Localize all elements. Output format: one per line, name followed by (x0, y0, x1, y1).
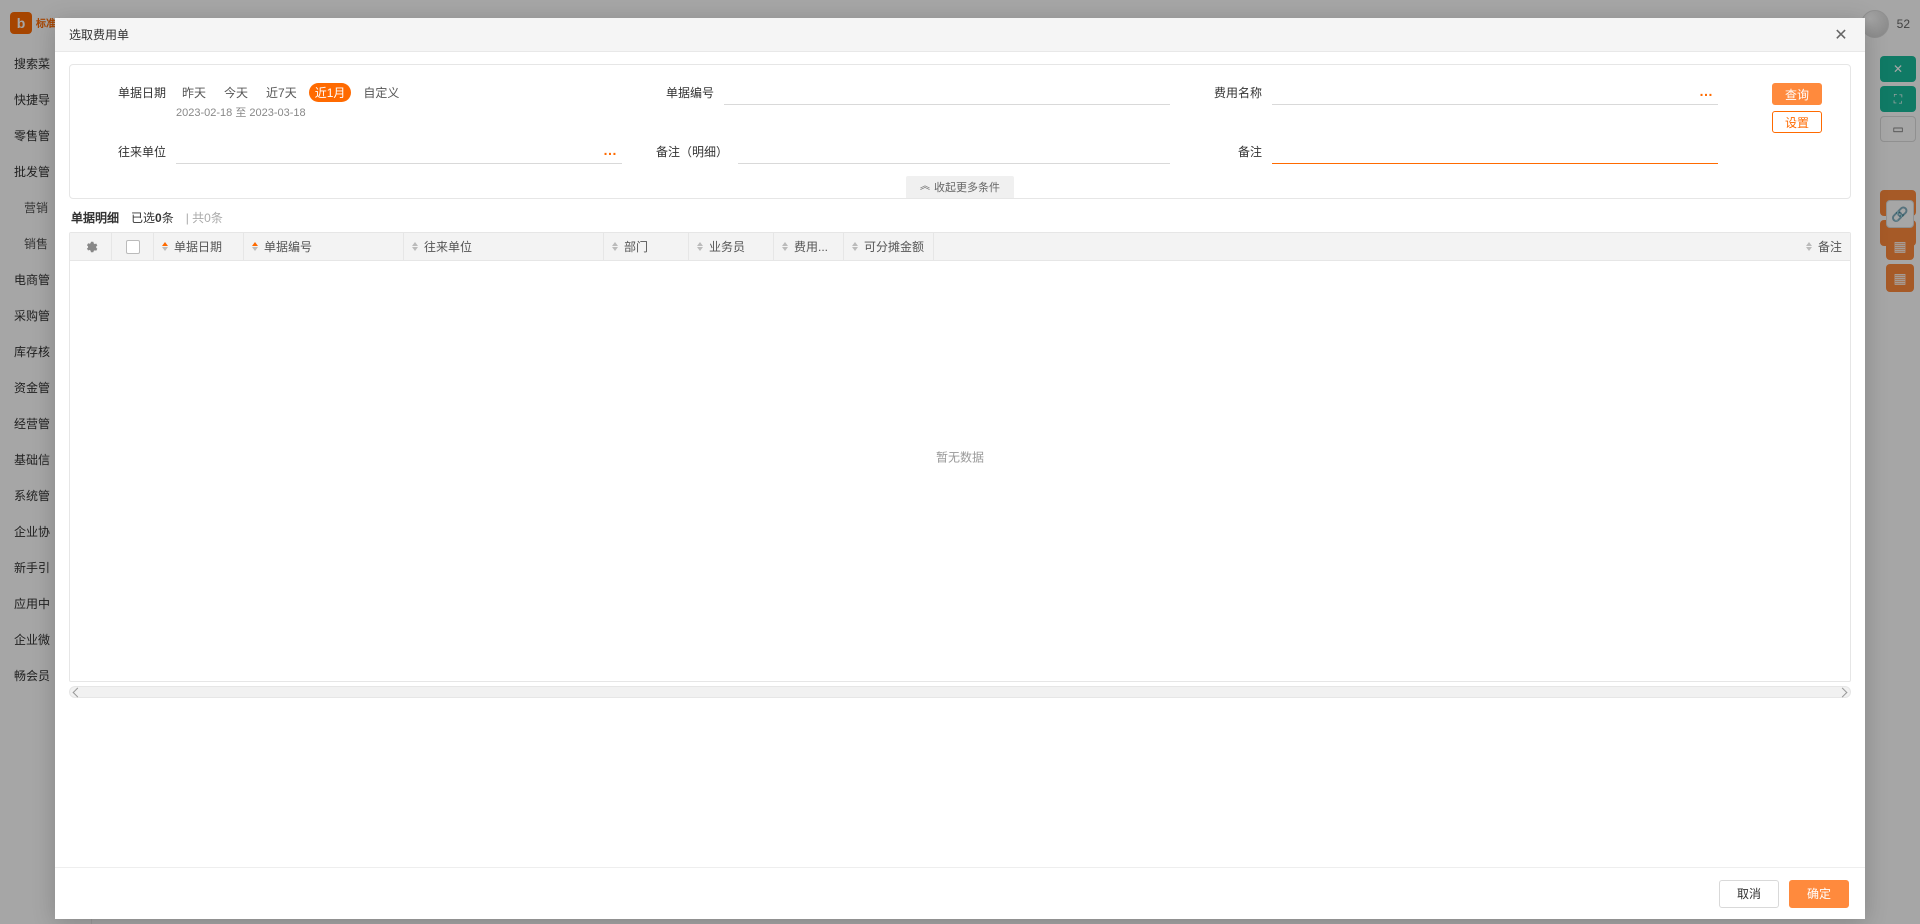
col-fee[interactable]: 费用... (774, 233, 844, 260)
date-opt-last7[interactable]: 近7天 (260, 83, 303, 102)
sort-down-icon (852, 246, 858, 251)
table-detail-title: 单据明细 (71, 209, 119, 226)
table-header: 单据日期 单据编号 往来单位 部门 业务员 (70, 233, 1850, 261)
label-remark-detail: 备注（明细） (646, 142, 728, 162)
date-opt-custom[interactable]: 自定义 (357, 83, 405, 102)
total-count-label: | 共0条 (186, 209, 223, 226)
date-range-text: 2023-02-18 至 2023-03-18 (176, 104, 622, 120)
input-party[interactable] (176, 142, 622, 164)
date-opt-today[interactable]: 今天 (218, 83, 254, 102)
label-doc-no: 单据编号 (646, 83, 714, 103)
fee-name-picker-icon[interactable]: … (1695, 83, 1718, 99)
modal-header: 选取费用单 ✕ (55, 18, 1865, 52)
close-icon[interactable]: ✕ (1831, 25, 1851, 45)
label-party: 往来单位 (98, 142, 166, 162)
date-options: 昨天 今天 近7天 近1月 自定义 (176, 83, 622, 102)
field-party: 往来单位 … (98, 142, 622, 164)
query-button[interactable]: 查询 (1772, 83, 1822, 105)
selected-count-label: 已选0条 (131, 209, 174, 226)
sort-down-icon (252, 246, 258, 251)
col-doc-no[interactable]: 单据编号 (244, 233, 404, 260)
col-doc-date[interactable]: 单据日期 (154, 233, 244, 260)
input-remark[interactable] (1272, 142, 1718, 164)
col-dept[interactable]: 部门 (604, 233, 689, 260)
label-doc-date: 单据日期 (98, 83, 166, 103)
input-doc-no[interactable] (724, 83, 1170, 105)
field-remark: 备注 (1194, 142, 1718, 164)
table-meta: 单据明细 已选0条 | 共0条 (71, 209, 1849, 226)
input-fee-name[interactable] (1272, 83, 1718, 105)
collapse-conditions-button[interactable]: ︽ 收起更多条件 (906, 176, 1014, 198)
modal-title: 选取费用单 (69, 26, 129, 43)
modal-body: 单据日期 昨天 今天 近7天 近1月 自定义 2023-02-18 至 2023… (55, 52, 1865, 867)
col-checkbox (112, 233, 154, 260)
party-picker-icon[interactable]: … (599, 142, 622, 158)
field-remark-detail: 备注（明细） (646, 142, 1170, 164)
filter-panel: 单据日期 昨天 今天 近7天 近1月 自定义 2023-02-18 至 2023… (69, 64, 1851, 199)
date-opt-yesterday[interactable]: 昨天 (176, 83, 212, 102)
col-alloc-amount[interactable]: 可分摊金额 (844, 233, 934, 260)
col-party[interactable]: 往来单位 (404, 233, 604, 260)
chevron-up-icon: ︽ (920, 182, 930, 192)
modal-footer: 取消 确定 (55, 867, 1865, 919)
col-settings[interactable] (70, 233, 112, 260)
input-remark-detail[interactable] (738, 142, 1170, 164)
label-remark: 备注 (1194, 142, 1262, 162)
collapse-text: 收起更多条件 (934, 179, 1000, 195)
field-fee-name: 费用名称 … (1194, 83, 1718, 105)
table: 单据日期 单据编号 往来单位 部门 业务员 (69, 232, 1851, 682)
horizontal-scrollbar[interactable] (69, 686, 1851, 698)
sort-down-icon (612, 246, 618, 251)
select-all-checkbox[interactable] (126, 240, 140, 254)
field-doc-no: 单据编号 (646, 83, 1170, 105)
sort-down-icon (412, 246, 418, 251)
col-remark[interactable]: 备注 (934, 233, 1850, 260)
sort-down-icon (162, 246, 168, 251)
gear-icon (84, 240, 98, 254)
sort-down-icon (697, 246, 703, 251)
settings-button[interactable]: 设置 (1772, 111, 1822, 133)
confirm-button[interactable]: 确定 (1789, 880, 1849, 908)
col-operator[interactable]: 业务员 (689, 233, 774, 260)
label-fee-name: 费用名称 (1194, 83, 1262, 103)
cancel-button[interactable]: 取消 (1719, 880, 1779, 908)
select-fee-modal: 选取费用单 ✕ 单据日期 昨天 今天 近7天 近1月 自定义 (55, 18, 1865, 919)
field-doc-date: 单据日期 昨天 今天 近7天 近1月 自定义 2023-02-18 至 2023… (98, 83, 622, 120)
sort-down-icon (1806, 246, 1812, 251)
empty-state: 暂无数据 (70, 449, 1850, 466)
sort-down-icon (782, 246, 788, 251)
date-opt-last1m[interactable]: 近1月 (309, 83, 352, 102)
